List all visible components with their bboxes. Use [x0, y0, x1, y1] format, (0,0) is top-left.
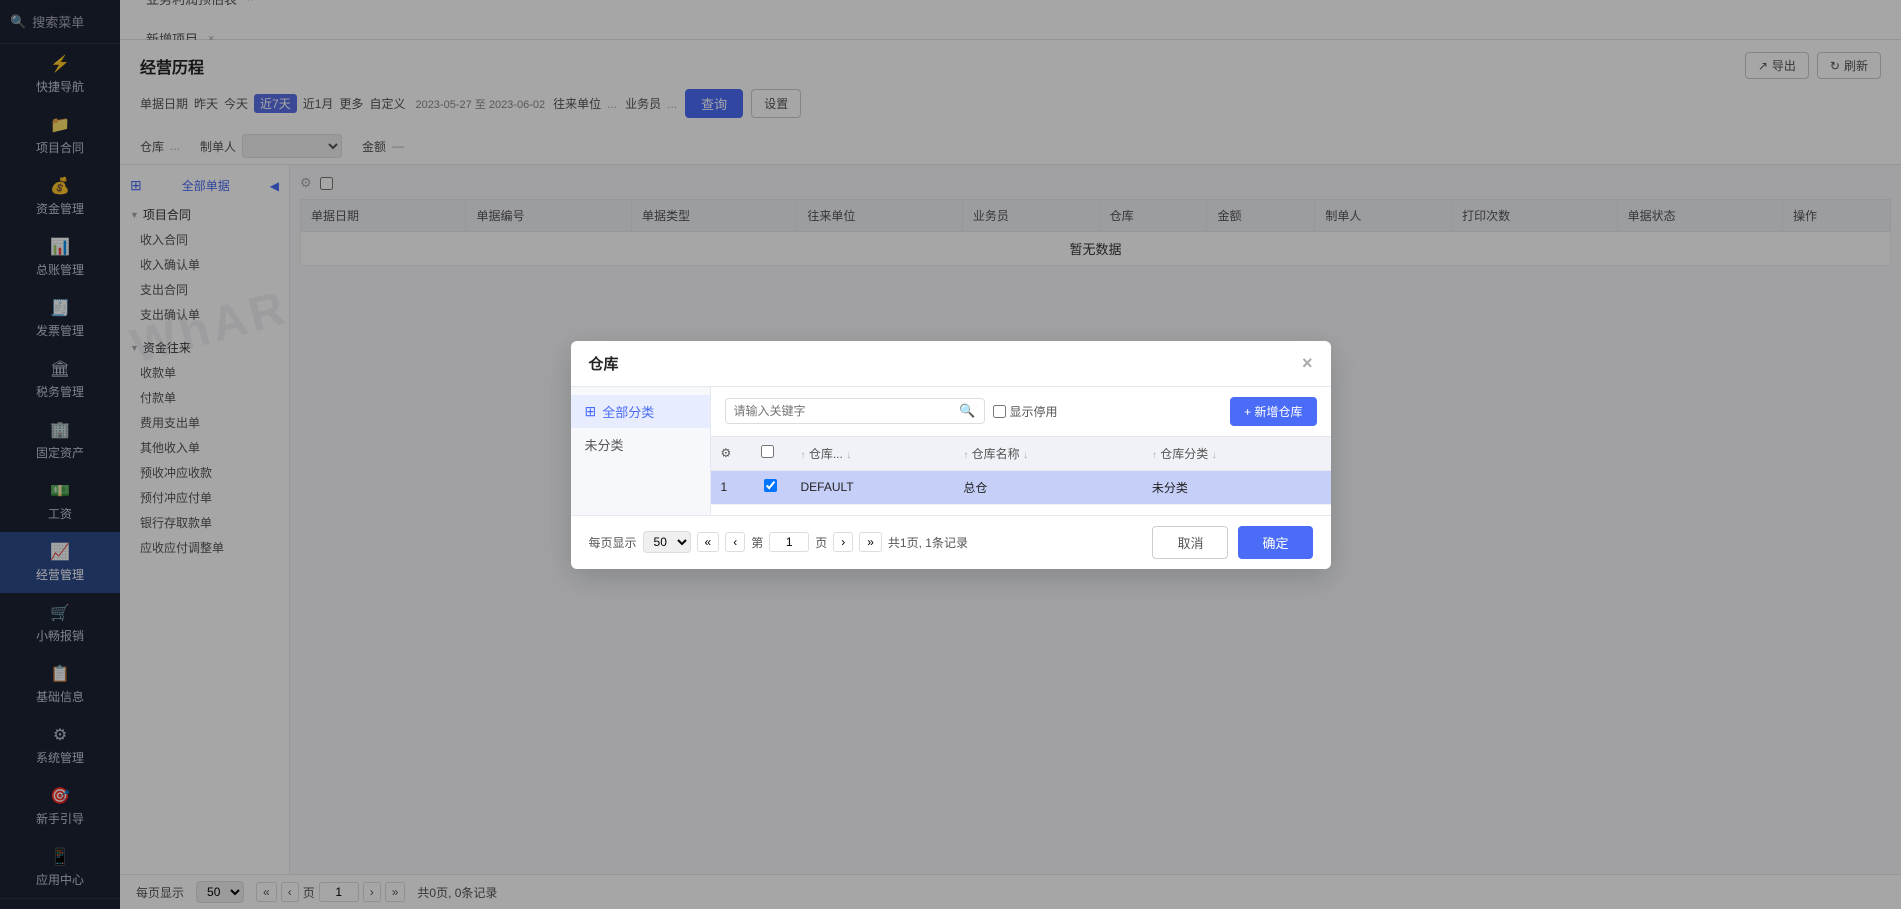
- modal-first-page-btn[interactable]: «: [697, 532, 720, 552]
- modal-th-gear[interactable]: ⚙: [711, 437, 751, 471]
- modal-footer: 每页显示 50 « ‹ 第 页 › » 共1页, 1条记录 取消 确定: [571, 515, 1331, 569]
- modal-th-code: ↑ 仓库... ↓: [791, 437, 954, 471]
- modal-pager: 每页显示 50 « ‹ 第 页 › » 共1页, 1条记录: [589, 531, 968, 553]
- modal-prev-page-btn[interactable]: ‹: [725, 532, 745, 552]
- modal-row-name: 总仓: [953, 470, 1142, 504]
- modal-confirm-button[interactable]: 确定: [1238, 526, 1312, 559]
- modal-table-area: ⚙ ↑ 仓库... ↓ ↑ 仓库名称 ↓ ↑ 仓库分类 ↓ 1 DEFAULT …: [711, 437, 1331, 515]
- modal-show-disabled-label[interactable]: 显示停用: [993, 403, 1058, 420]
- modal-left-item-label: 全部分类: [602, 402, 654, 421]
- sort-down-icon3: ↓: [1212, 450, 1217, 461]
- modal-left-items: ⊞ 全部分类未分类: [571, 395, 710, 461]
- modal-row-checkbox[interactable]: [764, 479, 777, 492]
- modal-search-icon: 🔍: [959, 403, 975, 419]
- modal-left-panel: ⊞ 全部分类未分类: [571, 387, 711, 515]
- modal-page-size-label: 每页显示: [589, 534, 637, 551]
- modal-header: 仓库 ×: [571, 341, 1331, 387]
- sort-up-icon: ↑: [801, 450, 806, 461]
- modal-right-panel: 🔍 显示停用 + 新增仓库 ⚙ ↑ 仓库... ↓: [711, 387, 1331, 515]
- modal-page-size-select[interactable]: 50: [643, 531, 691, 553]
- modal-actions: 取消 确定: [1152, 526, 1312, 559]
- modal-search-box: 🔍: [725, 398, 985, 424]
- modal-total-label: 共1页, 1条记录: [888, 534, 968, 551]
- modal-cancel-button[interactable]: 取消: [1152, 526, 1228, 559]
- modal-search-input[interactable]: [734, 404, 954, 418]
- modal-last-page-btn[interactable]: »: [859, 532, 882, 552]
- sort-down-icon2: ↓: [1023, 450, 1028, 461]
- modal-body: ⊞ 全部分类未分类 🔍 显示停用 + 新增仓库: [571, 387, 1331, 515]
- modal-page-input[interactable]: [769, 532, 809, 552]
- modal-th-checkbox: [751, 437, 791, 471]
- modal-title: 仓库: [589, 353, 619, 374]
- modal-toolbar: 🔍 显示停用 + 新增仓库: [711, 387, 1331, 437]
- grid-icon-modal: ⊞: [585, 403, 597, 420]
- modal-th-name: ↑ 仓库名称 ↓: [953, 437, 1142, 471]
- sort-up-icon3: ↑: [1152, 450, 1157, 461]
- modal-page-label-pre: 第: [751, 534, 763, 551]
- modal-left-item-label: 未分类: [585, 435, 624, 454]
- sort-down-icon: ↓: [846, 450, 851, 461]
- modal-show-disabled-text: 显示停用: [1010, 403, 1058, 420]
- modal-next-page-btn[interactable]: ›: [833, 532, 853, 552]
- modal-show-disabled-checkbox[interactable]: [993, 405, 1006, 418]
- modal-row-code: DEFAULT: [791, 470, 954, 504]
- modal-row-category: 未分类: [1142, 470, 1331, 504]
- modal-table-body: 1 DEFAULT 总仓 未分类: [711, 470, 1331, 504]
- modal-left-item-全部分类[interactable]: ⊞ 全部分类: [571, 395, 710, 428]
- modal-table-row[interactable]: 1 DEFAULT 总仓 未分类: [711, 470, 1331, 504]
- add-warehouse-button[interactable]: + 新增仓库: [1230, 397, 1316, 426]
- modal-overlay[interactable]: 仓库 × ⊞ 全部分类未分类 🔍 显示停用 + 新增仓库: [0, 0, 1901, 909]
- sort-up-icon2: ↑: [963, 450, 968, 461]
- warehouse-modal: 仓库 × ⊞ 全部分类未分类 🔍 显示停用 + 新增仓库: [571, 341, 1331, 569]
- modal-row-checkbox-cell: [751, 470, 791, 504]
- modal-th-category: ↑ 仓库分类 ↓: [1142, 437, 1331, 471]
- modal-select-all[interactable]: [761, 445, 774, 458]
- modal-left-item-未分类[interactable]: 未分类: [571, 428, 710, 461]
- modal-close-button[interactable]: ×: [1302, 353, 1313, 374]
- modal-table: ⚙ ↑ 仓库... ↓ ↑ 仓库名称 ↓ ↑ 仓库分类 ↓ 1 DEFAULT …: [711, 437, 1331, 505]
- modal-table-header-row: ⚙ ↑ 仓库... ↓ ↑ 仓库名称 ↓ ↑ 仓库分类 ↓: [711, 437, 1331, 471]
- modal-row-id: 1: [711, 470, 751, 504]
- modal-page-label: 页: [815, 534, 827, 551]
